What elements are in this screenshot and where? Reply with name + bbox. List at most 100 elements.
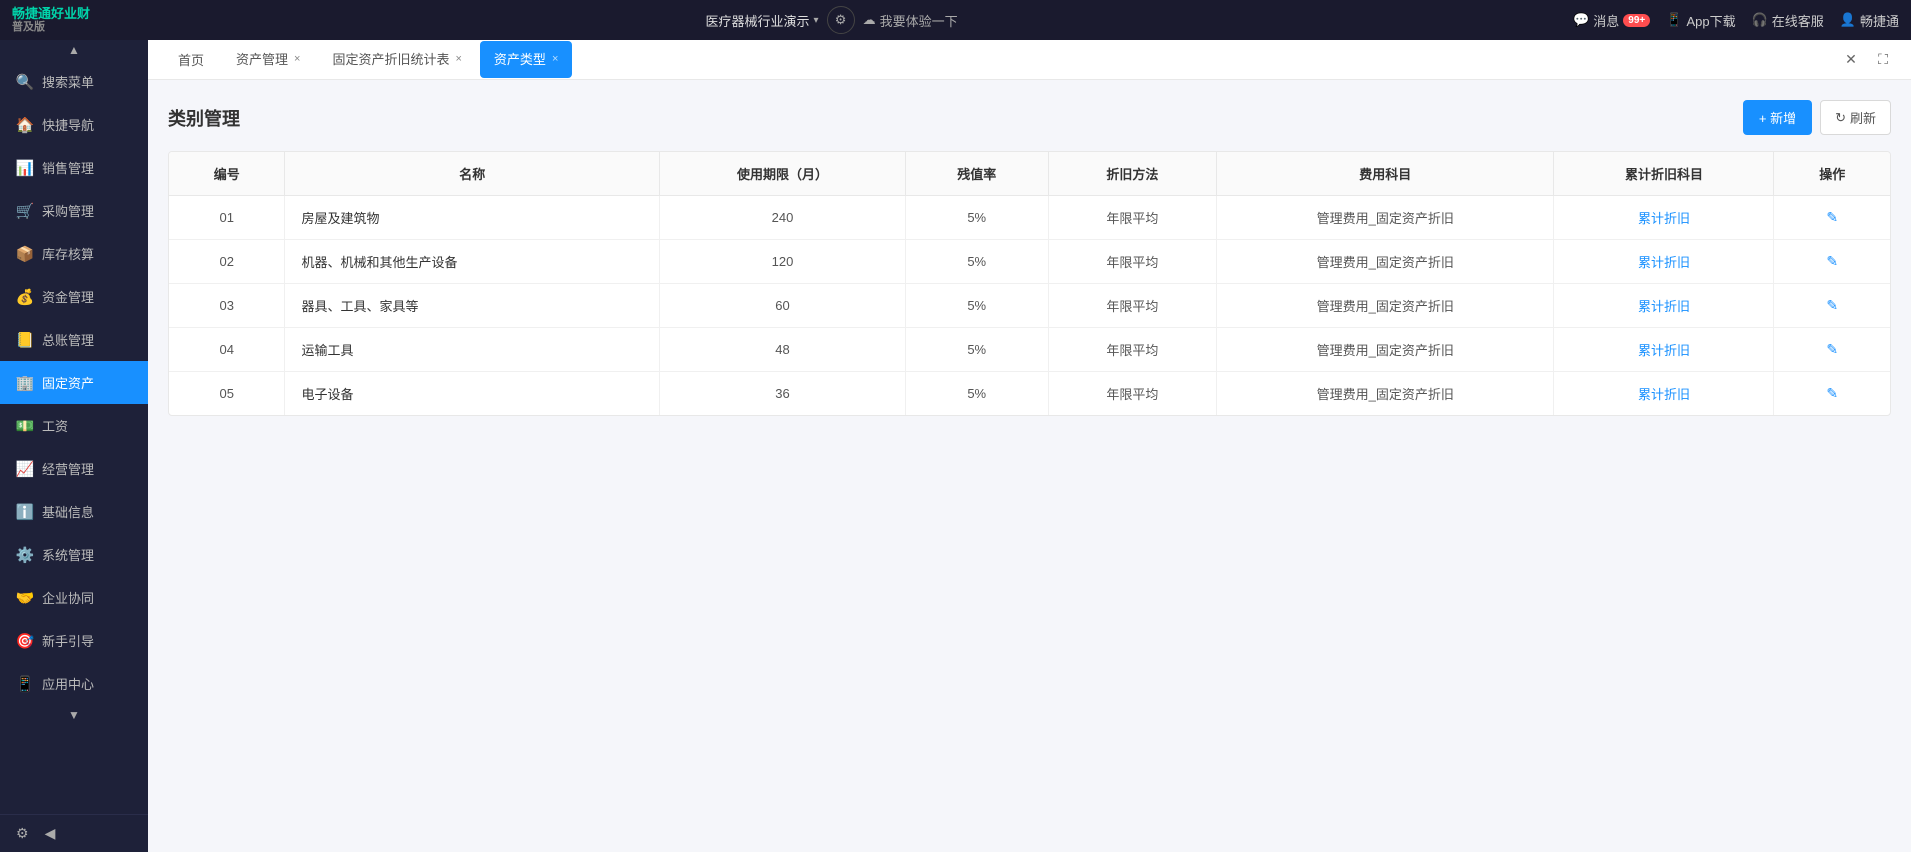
message-button[interactable]: 💬 消息 99+ — [1573, 11, 1650, 30]
data-table: 编号 名称 使用期限（月） 残值率 折旧方法 费用科目 累计折旧科目 操作 01… — [168, 151, 1891, 416]
tab-asset-type-close[interactable]: × — [552, 53, 558, 65]
sidebar-item-inventory[interactable]: 📦 库存核算 — [0, 232, 148, 275]
sidebar-item-quick-nav[interactable]: 🏠 快捷导航 — [0, 103, 148, 146]
cell-name-3: 运输工具 — [285, 328, 660, 372]
new-button[interactable]: + 新增 — [1743, 100, 1812, 135]
sidebar-settings-button[interactable]: ⚙ — [16, 825, 29, 842]
cell-useful-life-2: 60 — [660, 284, 906, 328]
tab-asset-mgmt-close[interactable]: × — [294, 53, 300, 65]
app-version: 普及版 — [12, 21, 90, 34]
edit-button-0[interactable]: ✎ — [1826, 209, 1838, 225]
refresh-button[interactable]: ↻ 刷新 — [1820, 100, 1891, 135]
sidebar-item-fixed-assets[interactable]: 🏢 固定资产 — [0, 361, 148, 404]
col-header-expense-account: 费用科目 — [1217, 152, 1554, 196]
sidebar-label-ledger: 总账管理 — [42, 330, 94, 349]
window-controls: ✕ ⛶ — [1839, 48, 1895, 72]
sidebar-item-operations[interactable]: 📈 经营管理 — [0, 447, 148, 490]
cell-depreciation-method-1: 年限平均 — [1048, 240, 1216, 284]
cell-name-0: 房屋及建筑物 — [285, 196, 660, 240]
app-download-button[interactable]: 📱 App下载 — [1666, 11, 1735, 30]
customer-service-button[interactable]: 🎧 在线客服 — [1752, 11, 1824, 30]
window-maximize-button[interactable]: ⛶ — [1871, 48, 1895, 72]
cell-accumulated-account-3: 累计折旧 — [1554, 328, 1774, 372]
sidebar-item-ledger[interactable]: 📒 总账管理 — [0, 318, 148, 361]
cell-name-2: 器具、工具、家具等 — [285, 284, 660, 328]
edit-button-3[interactable]: ✎ — [1826, 341, 1838, 357]
sidebar-label-system: 系统管理 — [42, 545, 94, 564]
cell-useful-life-0: 240 — [660, 196, 906, 240]
funds-icon: 💰 — [16, 288, 34, 306]
sidebar-item-guide[interactable]: 🎯 新手引导 — [0, 619, 148, 662]
col-header-residual-rate: 残值率 — [905, 152, 1048, 196]
cell-expense-account-2: 管理费用_固定资产折旧 — [1217, 284, 1554, 328]
company-selector[interactable]: 医疗器械行业演示 ▾ — [706, 11, 819, 30]
purchase-icon: 🛒 — [16, 202, 34, 220]
table-row: 02 机器、机械和其他生产设备 120 5% 年限平均 管理费用_固定资产折旧 … — [169, 240, 1890, 284]
table-row: 04 运输工具 48 5% 年限平均 管理费用_固定资产折旧 累计折旧 ✎ — [169, 328, 1890, 372]
header-actions: + 新增 ↻ 刷新 — [1743, 100, 1891, 135]
inventory-icon: 📦 — [16, 245, 34, 263]
sidebar-item-purchase[interactable]: 🛒 采购管理 — [0, 189, 148, 232]
sidebar-scroll-down[interactable]: ▼ — [0, 705, 148, 725]
experience-label: 我要体验一下 — [880, 11, 958, 30]
col-header-name: 名称 — [285, 152, 660, 196]
content-area: 首页 资产管理 × 固定资产折旧统计表 × 资产类型 × ✕ ⛶ 类别管理 — [148, 40, 1911, 852]
top-bar-right: 💬 消息 99+ 📱 App下载 🎧 在线客服 👤 畅捷通 — [1573, 11, 1899, 30]
app-name: 畅捷通好业财 — [12, 6, 90, 22]
tab-home[interactable]: 首页 — [164, 42, 218, 77]
experience-button[interactable]: ☁ 我要体验一下 — [863, 11, 958, 30]
sidebar-label-inventory: 库存核算 — [42, 244, 94, 263]
user-label: 畅捷通 — [1860, 11, 1899, 30]
tab-asset-mgmt-label: 资产管理 — [236, 49, 288, 68]
tab-asset-type[interactable]: 资产类型 × — [480, 41, 572, 78]
cell-action-2: ✎ — [1774, 284, 1890, 328]
customer-service-label: 在线客服 — [1772, 11, 1824, 30]
cell-depreciation-method-2: 年限平均 — [1048, 284, 1216, 328]
sidebar-collapse-button[interactable]: ◀ — [45, 825, 56, 842]
guide-icon: 🎯 — [16, 632, 34, 650]
sidebar-item-sales[interactable]: 📊 销售管理 — [0, 146, 148, 189]
customer-service-icon: 🎧 — [1752, 12, 1768, 28]
message-icon: 💬 — [1573, 12, 1589, 28]
cell-expense-account-1: 管理费用_固定资产折旧 — [1217, 240, 1554, 284]
sidebar-item-basic-info[interactable]: ℹ️ 基础信息 — [0, 490, 148, 533]
edit-button-2[interactable]: ✎ — [1826, 297, 1838, 313]
sidebar-item-enterprise[interactable]: 🤝 企业协同 — [0, 576, 148, 619]
main-layout: ▲ 🔍 搜索菜单 🏠 快捷导航 📊 销售管理 🛒 采购管理 📦 库存核算 💰 资… — [0, 40, 1911, 852]
sidebar-label-fixed-assets: 固定资产 — [42, 373, 94, 392]
sidebar-label-quick-nav: 快捷导航 — [42, 115, 94, 134]
top-bar-left: 畅捷通好业财 普及版 — [12, 6, 90, 35]
cell-residual-rate-0: 5% — [905, 196, 1048, 240]
chevron-down-icon: ▾ — [814, 15, 819, 26]
cell-code-4: 05 — [169, 372, 285, 416]
sidebar-item-salary[interactable]: 💵 工资 — [0, 404, 148, 447]
cell-accumulated-account-2: 累计折旧 — [1554, 284, 1774, 328]
cell-residual-rate-3: 5% — [905, 328, 1048, 372]
cell-code-0: 01 — [169, 196, 285, 240]
window-close-button[interactable]: ✕ — [1839, 48, 1863, 72]
sidebar-item-funds[interactable]: 💰 资金管理 — [0, 275, 148, 318]
table-row: 05 电子设备 36 5% 年限平均 管理费用_固定资产折旧 累计折旧 ✎ — [169, 372, 1890, 416]
tab-depreciation-table[interactable]: 固定资产折旧统计表 × — [318, 41, 475, 78]
cell-accumulated-account-4: 累计折旧 — [1554, 372, 1774, 416]
message-label: 消息 — [1593, 11, 1619, 30]
cell-action-1: ✎ — [1774, 240, 1890, 284]
sidebar-label-salary: 工资 — [42, 416, 68, 435]
user-profile-button[interactable]: 👤 畅捷通 — [1840, 11, 1899, 30]
sidebar-scroll-up[interactable]: ▲ — [0, 40, 148, 60]
tab-asset-mgmt[interactable]: 资产管理 × — [222, 41, 314, 78]
settings-icon[interactable]: ⚙ — [827, 6, 855, 34]
sidebar-item-system[interactable]: ⚙️ 系统管理 — [0, 533, 148, 576]
cell-useful-life-3: 48 — [660, 328, 906, 372]
sidebar-item-app-center[interactable]: 📱 应用中心 — [0, 662, 148, 705]
edit-button-4[interactable]: ✎ — [1826, 385, 1838, 401]
tab-depreciation-close[interactable]: × — [455, 53, 461, 65]
cell-depreciation-method-0: 年限平均 — [1048, 196, 1216, 240]
salary-icon: 💵 — [16, 417, 34, 435]
ledger-icon: 📒 — [16, 331, 34, 349]
edit-button-1[interactable]: ✎ — [1826, 253, 1838, 269]
cell-action-3: ✎ — [1774, 328, 1890, 372]
sidebar-item-search[interactable]: 🔍 搜索菜单 — [0, 60, 148, 103]
cell-depreciation-method-4: 年限平均 — [1048, 372, 1216, 416]
company-name: 医疗器械行业演示 — [706, 11, 810, 30]
